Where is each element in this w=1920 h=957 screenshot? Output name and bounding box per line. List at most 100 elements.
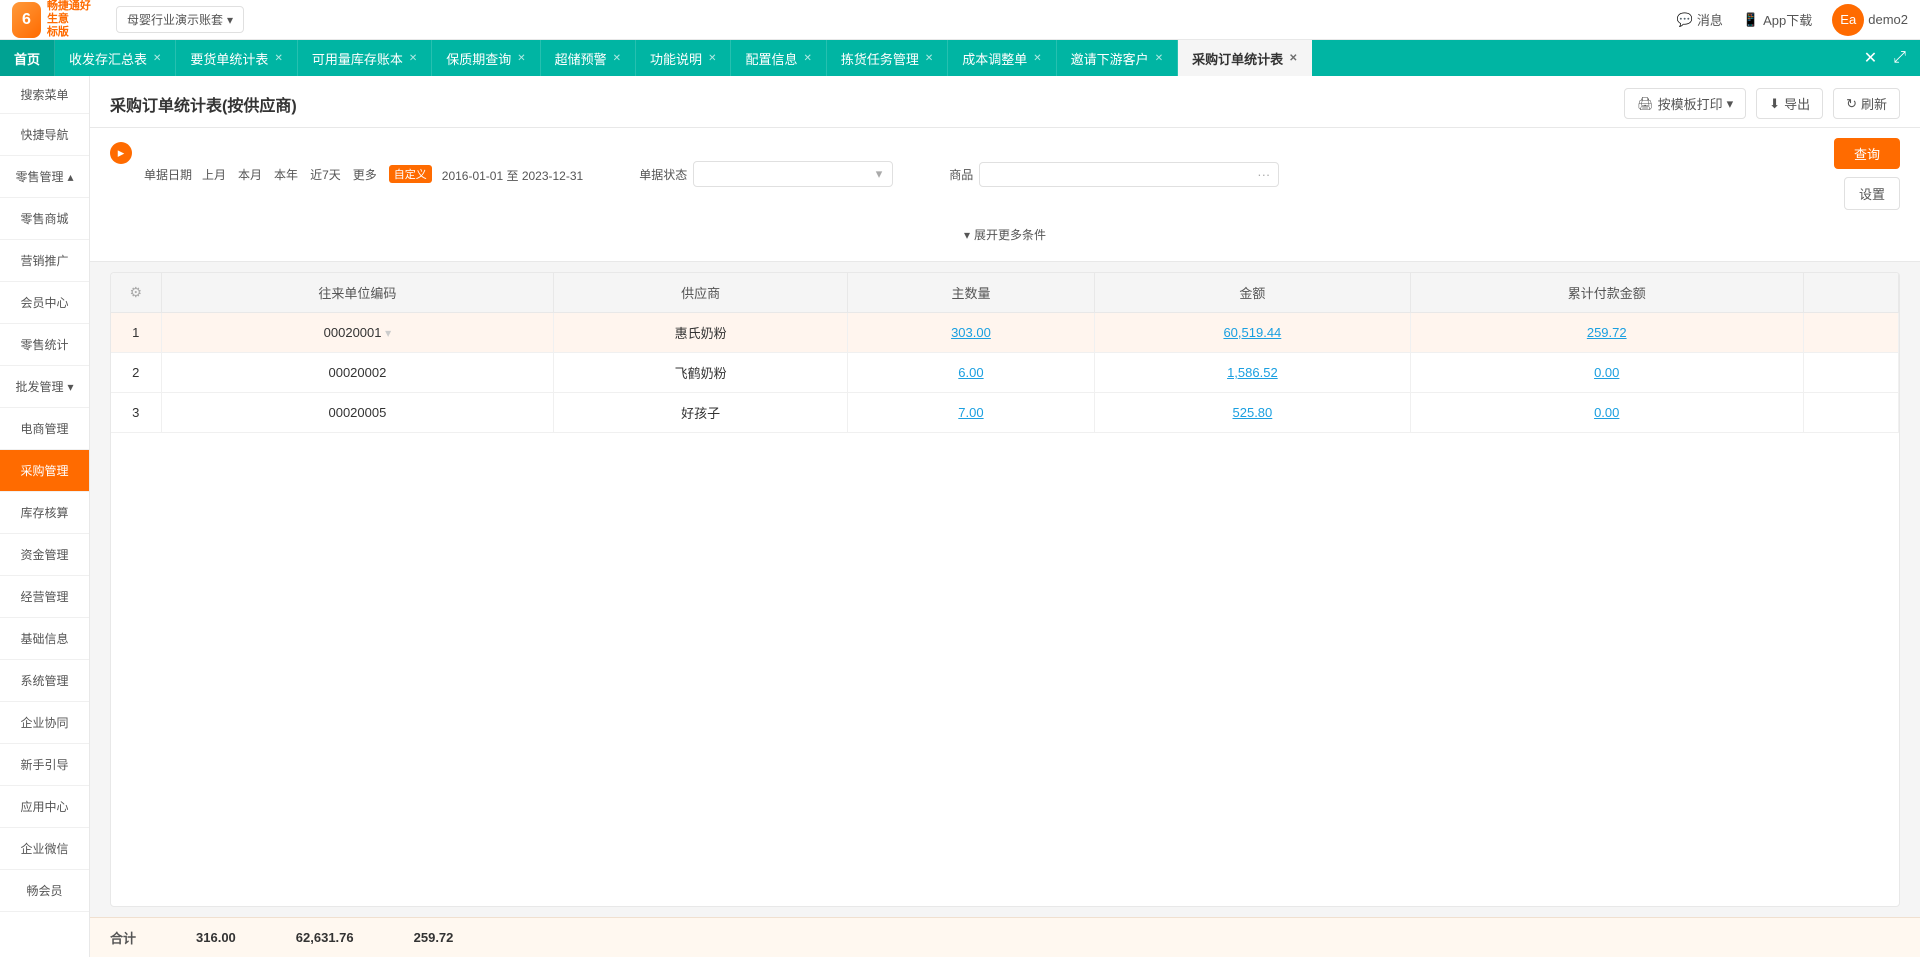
close-icon[interactable]: ✕ bbox=[517, 53, 525, 64]
footer-qty: 316.00 bbox=[196, 930, 236, 945]
goods-input[interactable]: ··· bbox=[979, 162, 1279, 187]
col-supplier: 供应商 bbox=[554, 273, 848, 313]
sidebar-item-system[interactable]: 系统管理 bbox=[0, 660, 89, 702]
shortcut-this-year[interactable]: 本年 bbox=[270, 164, 302, 185]
sidebar-item-marketing[interactable]: 营销推广 bbox=[0, 240, 89, 282]
export-button[interactable]: ⬇ 导出 bbox=[1756, 88, 1823, 119]
custom-date-badge[interactable]: 自定义 bbox=[389, 165, 432, 183]
status-select[interactable]: ▾ bbox=[693, 161, 893, 187]
shortcut-7days[interactable]: 近7天 bbox=[306, 164, 345, 185]
tab-function-desc[interactable]: 功能说明 ✕ bbox=[636, 40, 731, 76]
print-button[interactable]: 🖨 按模板打印 ▾ bbox=[1624, 88, 1746, 119]
tab-config[interactable]: 配置信息 ✕ bbox=[731, 40, 826, 76]
close-icon[interactable]: ✕ bbox=[1155, 53, 1163, 64]
sidebar-item-inventory[interactable]: 库存核算 bbox=[0, 492, 89, 534]
filter-row-1: 单据日期 上月 本月 本年 近7天 更多 自定义 2016-01-01 至 20… bbox=[144, 138, 1900, 210]
sidebar-item-ecommerce[interactable]: 电商管理 bbox=[0, 408, 89, 450]
tab-cost-adjust[interactable]: 成本调整单 ✕ bbox=[948, 40, 1056, 76]
col-extra bbox=[1803, 273, 1898, 313]
avatar: Ea bbox=[1832, 4, 1864, 36]
chevron-down-icon: ▾ bbox=[67, 380, 73, 394]
sidebar-item-enterprise[interactable]: 企业协同 bbox=[0, 702, 89, 744]
close-icon[interactable]: ✕ bbox=[1033, 53, 1041, 64]
content-area: 采购订单统计表(按供应商) 🖨 按模板打印 ▾ ⬇ 导出 ↻ 刷新 bbox=[90, 76, 1920, 957]
close-icon[interactable]: ✕ bbox=[153, 53, 161, 64]
user-profile[interactable]: Ea demo2 bbox=[1832, 4, 1908, 36]
tab-invite-downstream[interactable]: 邀请下游客户 ✕ bbox=[1057, 40, 1178, 76]
sidebar-item-search[interactable]: 搜索菜单 bbox=[0, 76, 89, 114]
tab-home[interactable]: 首页 bbox=[0, 40, 55, 76]
filter-right-actions: 查询 设置 bbox=[1834, 138, 1900, 210]
printer-icon: 🖨 bbox=[1637, 96, 1654, 112]
close-icon[interactable]: ✕ bbox=[925, 53, 933, 64]
col-settings: ⚙ bbox=[111, 273, 161, 313]
tab-purchase-order-stats[interactable]: 采购订单统计表 ✕ bbox=[1178, 40, 1312, 76]
tab-stock-summary[interactable]: 收发存汇总表 ✕ bbox=[55, 40, 176, 76]
workspace-selector[interactable]: 母婴行业演示账套 ▾ bbox=[116, 6, 244, 33]
cell-qty: 7.00 bbox=[847, 393, 1094, 433]
close-icon[interactable]: ✕ bbox=[1289, 53, 1297, 64]
filter-collapse-button[interactable]: ▸ bbox=[110, 142, 132, 164]
expand-row-icon[interactable]: ▾ bbox=[385, 326, 391, 340]
refresh-button[interactable]: ↻ 刷新 bbox=[1833, 88, 1900, 119]
col-unit-code: 往来单位编码 bbox=[161, 273, 554, 313]
ellipsis-icon[interactable]: ··· bbox=[1257, 167, 1270, 182]
sidebar-item-app-center[interactable]: 应用中心 bbox=[0, 786, 89, 828]
logo-icon: 6 bbox=[12, 2, 41, 38]
cell-paid: 0.00 bbox=[1410, 353, 1803, 393]
sidebar-item-wholesale[interactable]: 批发管理 ▾ bbox=[0, 366, 89, 408]
col-amount: 金额 bbox=[1094, 273, 1410, 313]
tab-overstock-warning[interactable]: 超储预警 ✕ bbox=[541, 40, 636, 76]
sidebar: 搜索菜单 快捷导航 零售管理 ▴ 零售商城 营销推广 会员中心 零售统计 批发管… bbox=[0, 76, 90, 957]
sidebar-item-retail-store[interactable]: 零售商城 bbox=[0, 198, 89, 240]
shortcut-last-month[interactable]: 上月 bbox=[198, 164, 230, 185]
tab-available-stock[interactable]: 可用量库存账本 ✕ bbox=[298, 40, 432, 76]
sidebar-item-retail-stats[interactable]: 零售统计 bbox=[0, 324, 89, 366]
query-button[interactable]: 查询 bbox=[1834, 138, 1900, 169]
sidebar-item-quick-nav[interactable]: 快捷导航 bbox=[0, 114, 89, 156]
tab-order-stats[interactable]: 要货单统计表 ✕ bbox=[176, 40, 297, 76]
app-download-button[interactable]: 📱 App下载 bbox=[1743, 10, 1812, 29]
filter-expand-row: ▾ 展开更多条件 bbox=[110, 218, 1900, 251]
sidebar-item-operations[interactable]: 经营管理 bbox=[0, 576, 89, 618]
col-paid: 累计付款金额 bbox=[1410, 273, 1803, 313]
close-icon[interactable]: ✕ bbox=[274, 53, 282, 64]
data-table: ⚙ 往来单位编码 供应商 主数量 金额 累计付款金额 1 000200 bbox=[111, 273, 1899, 433]
close-icon[interactable]: ✕ bbox=[708, 53, 716, 64]
cell-extra bbox=[1803, 393, 1898, 433]
sidebar-item-basic-info[interactable]: 基础信息 bbox=[0, 618, 89, 660]
column-settings-icon[interactable]: ⚙ bbox=[129, 284, 142, 300]
sidebar-item-retail-manage[interactable]: 零售管理 ▴ bbox=[0, 156, 89, 198]
close-all-tabs-button[interactable]: ✕ bbox=[1860, 48, 1881, 68]
setting-button[interactable]: 设置 bbox=[1844, 177, 1900, 210]
cell-paid: 0.00 bbox=[1410, 393, 1803, 433]
chevron-down-icon: ▴ bbox=[67, 170, 73, 184]
message-button[interactable]: 💬 消息 bbox=[1677, 10, 1723, 29]
cell-amount: 1,586.52 bbox=[1094, 353, 1410, 393]
close-icon[interactable]: ✕ bbox=[803, 53, 811, 64]
cell-qty: 6.00 bbox=[847, 353, 1094, 393]
close-icon[interactable]: ✕ bbox=[613, 53, 621, 64]
page-actions: 🖨 按模板打印 ▾ ⬇ 导出 ↻ 刷新 bbox=[1624, 88, 1900, 119]
logo: 6 畅捷通好生意 标版 bbox=[12, 0, 100, 39]
sidebar-item-newbie[interactable]: 新手引导 bbox=[0, 744, 89, 786]
sidebar-item-member[interactable]: 畅会员 bbox=[0, 870, 89, 912]
maximize-button[interactable]: ⤢ bbox=[1889, 49, 1910, 67]
cell-qty: 303.00 bbox=[847, 313, 1094, 353]
expand-more-button[interactable]: ▾ 展开更多条件 bbox=[964, 222, 1046, 247]
shortcut-this-month[interactable]: 本月 bbox=[234, 164, 266, 185]
page-header: 采购订单统计表(按供应商) 🖨 按模板打印 ▾ ⬇ 导出 ↻ 刷新 bbox=[90, 76, 1920, 128]
table-wrapper: ⚙ 往来单位编码 供应商 主数量 金额 累计付款金额 1 000200 bbox=[110, 272, 1900, 907]
tab-expiry-query[interactable]: 保质期查询 ✕ bbox=[432, 40, 540, 76]
sidebar-item-member-center[interactable]: 会员中心 bbox=[0, 282, 89, 324]
filter-area: ▸ 单据日期 上月 本月 本年 近7天 更多 自定义 bbox=[90, 128, 1920, 262]
tab-pick-task[interactable]: 拣货任务管理 ✕ bbox=[827, 40, 948, 76]
shortcut-more[interactable]: 更多 bbox=[349, 164, 381, 185]
sidebar-item-finance[interactable]: 资金管理 bbox=[0, 534, 89, 576]
chevron-down-icon: ▾ bbox=[227, 13, 233, 27]
sidebar-item-wechat[interactable]: 企业微信 bbox=[0, 828, 89, 870]
table-row: 2 00020002 飞鹤奶粉 6.00 1,586.52 0.00 bbox=[111, 353, 1899, 393]
goods-search-input[interactable] bbox=[988, 167, 1253, 181]
close-icon[interactable]: ✕ bbox=[409, 53, 417, 64]
sidebar-item-purchase[interactable]: 采购管理 bbox=[0, 450, 89, 492]
